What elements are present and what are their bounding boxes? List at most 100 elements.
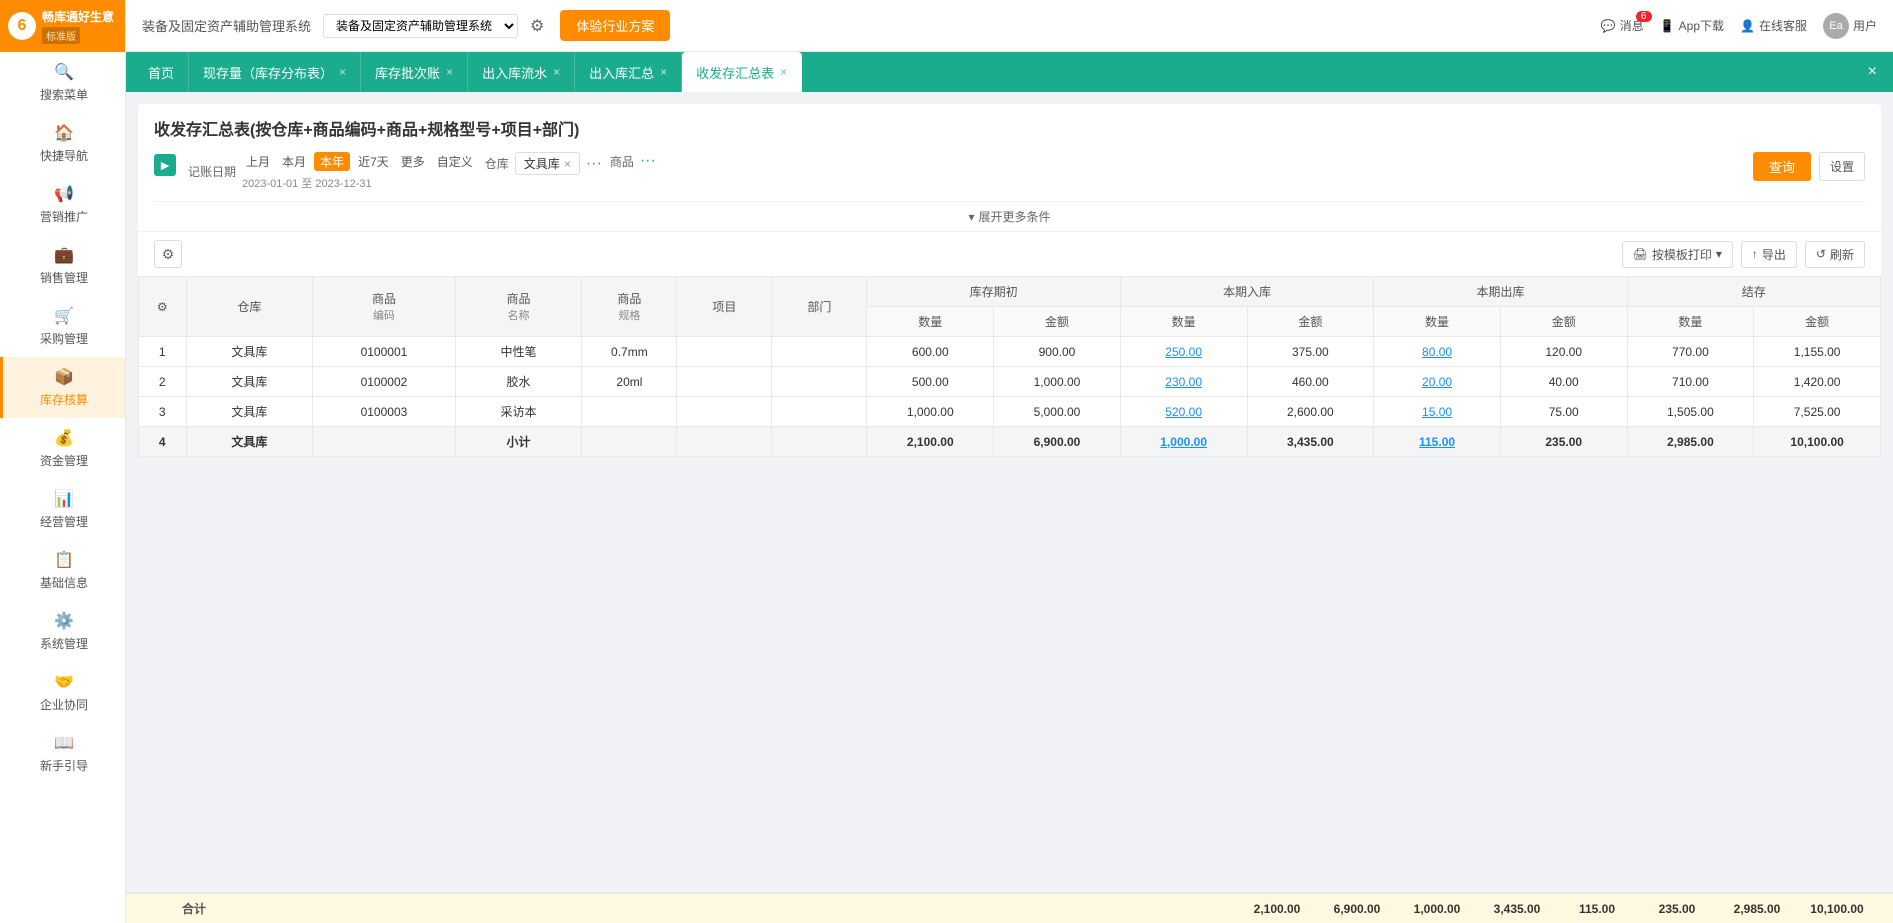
inventory-icon: 📦 bbox=[54, 367, 74, 387]
table-toolbar: ⚙ 🖨 按模板打印 ▾ ↑ 导出 ↺ 刷新 bbox=[138, 231, 1881, 276]
print-icon: 🖨 bbox=[1633, 247, 1648, 261]
sidebar-item-inventory[interactable]: 📦 库存核算 bbox=[0, 357, 125, 418]
sidebar-item-purchase[interactable]: 🛒 采购管理 bbox=[0, 296, 125, 357]
th-project: 项目 bbox=[677, 277, 772, 337]
in-qty-link[interactable]: 1,000.00 bbox=[1160, 435, 1207, 449]
sidebar-logo: 6 畅库通好生意 标准版 bbox=[0, 0, 125, 52]
service-button[interactable]: 👤 在线客服 bbox=[1740, 17, 1807, 34]
table-settings-icon[interactable]: ⚙ bbox=[154, 240, 182, 268]
sidebar-item-enterprise[interactable]: 🤝 企业协同 bbox=[0, 662, 125, 723]
date-btn-more[interactable]: 更多 bbox=[397, 152, 429, 171]
query-button[interactable]: 查询 bbox=[1753, 152, 1811, 181]
tab-batch-close[interactable]: × bbox=[446, 65, 453, 79]
out-qty-link[interactable]: 15.00 bbox=[1422, 405, 1452, 419]
th-opening-qty: 数量 bbox=[867, 307, 994, 337]
cell-in-qty: 520.00 bbox=[1120, 397, 1247, 427]
goods-filter-dots[interactable]: ··· bbox=[640, 152, 656, 170]
tab-inout-summary-close[interactable]: × bbox=[660, 65, 667, 79]
th-settings[interactable]: ⚙ bbox=[139, 277, 187, 337]
date-label: 记账日期 bbox=[188, 163, 236, 180]
toolbar-right: 🖨 按模板打印 ▾ ↑ 导出 ↺ 刷新 bbox=[1622, 241, 1865, 268]
table-row: 4 文具库 小计 2,100.00 6,900.00 1,000.00 3,43… bbox=[139, 427, 1881, 457]
content-area: 收发存汇总表(按仓库+商品编码+商品+规格型号+项目+部门) ► 记账日期 上月… bbox=[126, 92, 1893, 892]
sidebar-item-system[interactable]: ⚙️ 系统管理 bbox=[0, 601, 125, 662]
cell-open-qty: 600.00 bbox=[867, 337, 994, 367]
try-button[interactable]: 体验行业方案 bbox=[560, 10, 670, 41]
tab-stock-dist[interactable]: 现存量（库存分布表） × bbox=[189, 52, 361, 92]
user-button[interactable]: Ea 用户 bbox=[1823, 13, 1877, 39]
tab-inout-flow-label: 出入库流水 bbox=[482, 63, 547, 82]
out-qty-link[interactable]: 80.00 bbox=[1422, 345, 1452, 359]
total-bal-amt: 10,100.00 bbox=[1797, 902, 1877, 916]
in-qty-link[interactable]: 250.00 bbox=[1165, 345, 1202, 359]
cell-dept bbox=[772, 427, 867, 457]
expand-more-conditions[interactable]: ▾ 展开更多条件 bbox=[154, 201, 1865, 231]
in-qty-link[interactable]: 230.00 bbox=[1165, 375, 1202, 389]
gear-icon[interactable]: ⚙ bbox=[530, 16, 544, 36]
setting-button[interactable]: 设置 bbox=[1819, 152, 1865, 181]
cell-warehouse: 文具库 bbox=[186, 427, 313, 457]
cell-num: 2 bbox=[139, 367, 187, 397]
print-button[interactable]: 🖨 按模板打印 ▾ bbox=[1622, 241, 1733, 268]
tab-recv-send-close[interactable]: × bbox=[780, 65, 787, 79]
cell-spec: 0.7mm bbox=[582, 337, 677, 367]
date-btn-last-month[interactable]: 上月 bbox=[242, 152, 274, 171]
page-title: 收发存汇总表(按仓库+商品编码+商品+规格型号+项目+部门) bbox=[154, 116, 1865, 140]
tab-inout-flow[interactable]: 出入库流水 × bbox=[468, 52, 575, 92]
table-row: 2 文具库 0100002 胶水 20ml 500.00 1,000.00 23… bbox=[139, 367, 1881, 397]
messages-button[interactable]: 💬 消息 6 bbox=[1601, 17, 1644, 34]
sidebar-item-quick-nav[interactable]: 🏠 快捷导航 bbox=[0, 113, 125, 174]
expand-filter-button[interactable]: ► bbox=[154, 154, 176, 176]
date-btn-custom[interactable]: 自定义 bbox=[433, 152, 477, 171]
refresh-button[interactable]: ↺ 刷新 bbox=[1805, 241, 1865, 268]
cell-open-qty: 2,100.00 bbox=[867, 427, 994, 457]
topbar-right: 💬 消息 6 📱 App下载 👤 在线客服 Ea 用户 bbox=[1601, 13, 1877, 39]
table-body: 1 文具库 0100001 中性笔 0.7mm 600.00 900.00 25… bbox=[139, 337, 1881, 457]
cell-out-amt: 40.00 bbox=[1500, 367, 1627, 397]
in-qty-link[interactable]: 520.00 bbox=[1165, 405, 1202, 419]
sidebar-item-newbie[interactable]: 📖 新手引导 bbox=[0, 723, 125, 784]
sidebar-item-search[interactable]: 🔍 搜索菜单 bbox=[0, 52, 125, 113]
cell-dept bbox=[772, 397, 867, 427]
out-qty-link[interactable]: 20.00 bbox=[1422, 375, 1452, 389]
tabbar-close-all[interactable]: × bbox=[1860, 63, 1885, 81]
cell-out-amt: 75.00 bbox=[1500, 397, 1627, 427]
sidebar-item-finance[interactable]: 💰 资金管理 bbox=[0, 418, 125, 479]
warehouse-tag[interactable]: 文具库 × bbox=[515, 152, 580, 175]
system-title: 装备及固定资产辅助管理系统 bbox=[142, 16, 311, 35]
cell-code bbox=[313, 427, 456, 457]
out-qty-link[interactable]: 115.00 bbox=[1419, 435, 1455, 449]
warehouse-more-dots[interactable]: ··· bbox=[586, 155, 602, 173]
cell-code: 0100003 bbox=[313, 397, 456, 427]
tab-stock-dist-close[interactable]: × bbox=[339, 65, 346, 79]
th-goods-spec: 商品规格 bbox=[582, 277, 677, 337]
expand-arrow-icon: ▾ bbox=[968, 210, 974, 224]
sales-icon: 💼 bbox=[54, 245, 74, 265]
tab-inout-flow-close[interactable]: × bbox=[553, 65, 560, 79]
app-download-button[interactable]: 📱 App下载 bbox=[1660, 17, 1724, 34]
tab-recv-send[interactable]: 收发存汇总表 × bbox=[682, 52, 802, 92]
tab-batch[interactable]: 库存批次账 × bbox=[361, 52, 468, 92]
sidebar-item-basic[interactable]: 📋 基础信息 bbox=[0, 540, 125, 601]
warehouse-tag-name: 文具库 bbox=[524, 155, 560, 172]
th-out-amt: 金额 bbox=[1500, 307, 1627, 337]
table-total-out-amt: 235.00 bbox=[1637, 902, 1717, 916]
system-select[interactable]: 装备及固定资产辅助管理系统 bbox=[323, 14, 518, 38]
date-btn-this-year[interactable]: 本年 bbox=[314, 152, 350, 171]
date-btn-7days[interactable]: 近7天 bbox=[354, 152, 393, 171]
warehouse-tag-remove[interactable]: × bbox=[564, 157, 571, 171]
date-btn-this-month[interactable]: 本月 bbox=[278, 152, 310, 171]
filter-bar: ► 记账日期 上月 本月 本年 近7天 更多 自定义 bbox=[154, 152, 1865, 201]
system-icon: ⚙️ bbox=[54, 611, 74, 631]
cell-bal-amt: 10,100.00 bbox=[1754, 427, 1881, 457]
sidebar-item-marketing[interactable]: 📢 营销推广 bbox=[0, 174, 125, 235]
export-button[interactable]: ↑ 导出 bbox=[1741, 241, 1797, 268]
cell-bal-amt: 1,420.00 bbox=[1754, 367, 1881, 397]
message-icon: 💬 bbox=[1601, 19, 1616, 33]
cell-out-amt: 235.00 bbox=[1500, 427, 1627, 457]
sidebar-item-operations[interactable]: 📊 经营管理 bbox=[0, 479, 125, 540]
sidebar-item-sales[interactable]: 💼 销售管理 bbox=[0, 235, 125, 296]
tab-inout-summary[interactable]: 出入库汇总 × bbox=[575, 52, 682, 92]
tab-home[interactable]: 首页 bbox=[134, 52, 189, 92]
action-buttons: 查询 设置 bbox=[1753, 152, 1865, 181]
